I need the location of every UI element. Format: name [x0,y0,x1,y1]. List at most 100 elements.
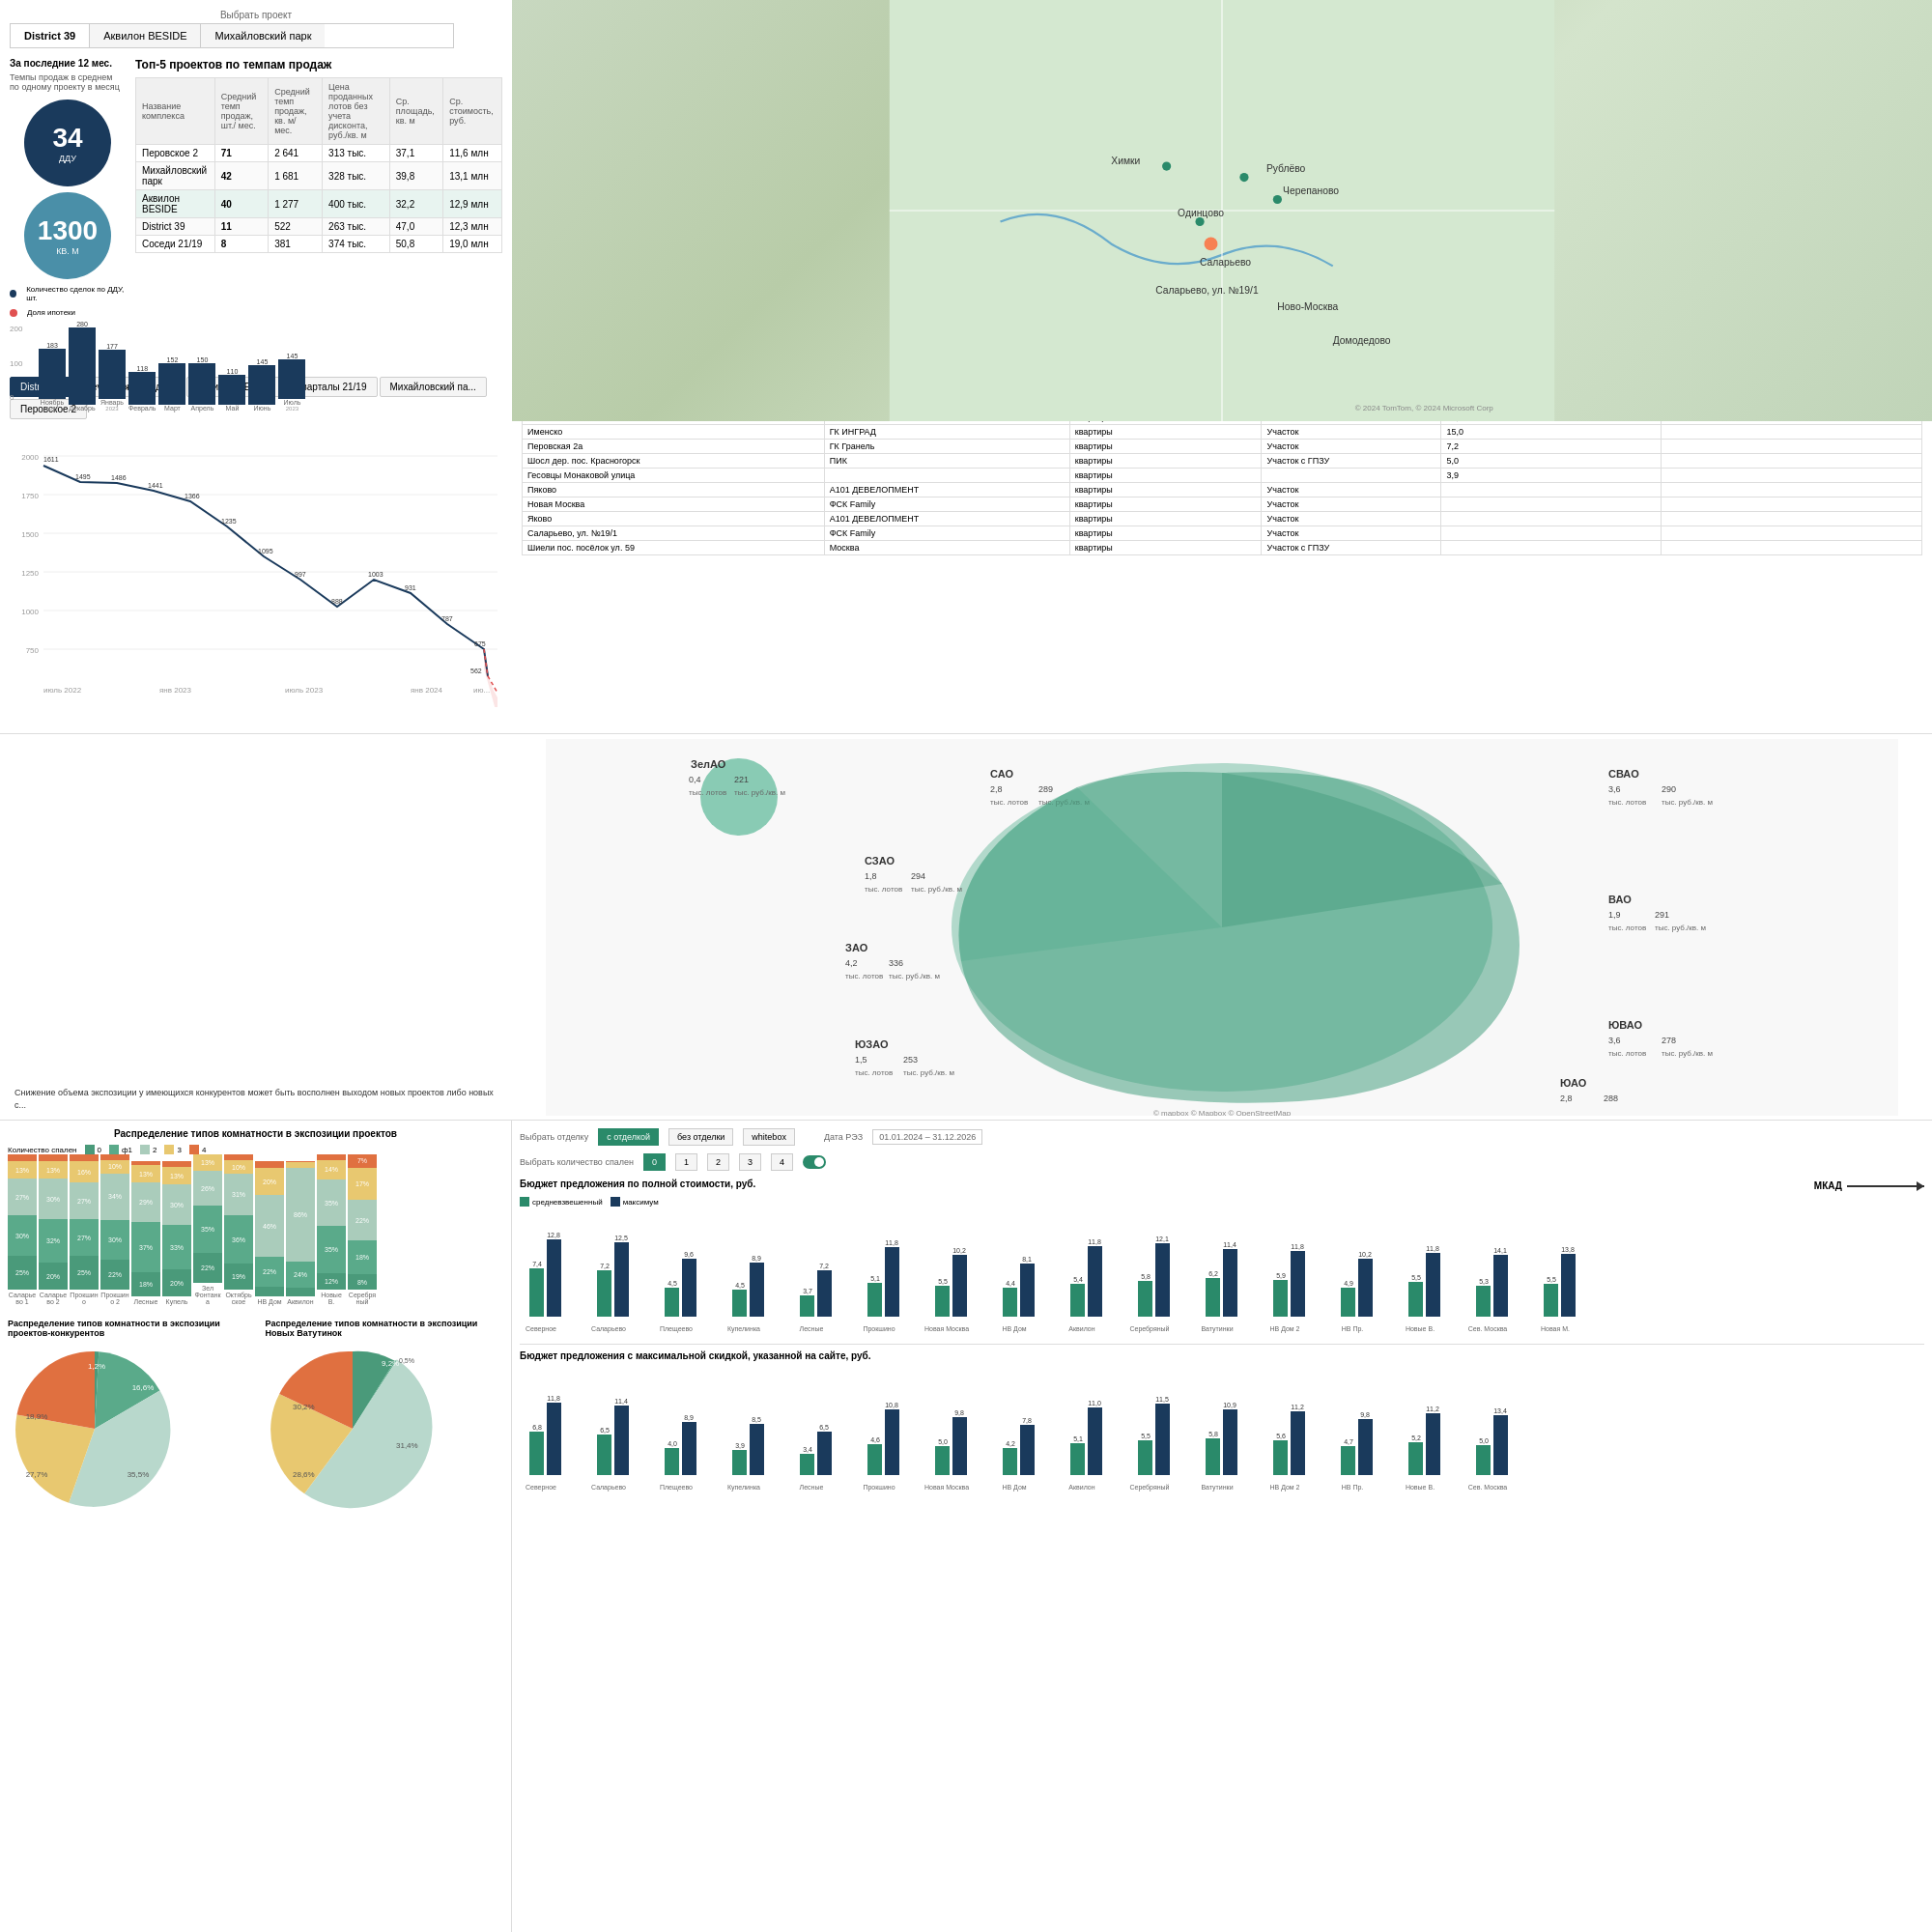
stacked-bar-2: 25%27%27%16% [70,1154,99,1290]
stacked-segment [8,1154,37,1161]
table-cell: 1 681 [269,162,323,190]
bar-chart: 200 100 0 183 Ноябрь 2022 280 Декабрь 17… [10,325,502,412]
list-item [1662,497,1922,512]
bar-year-label: 2023 [286,406,298,412]
bar-group-5: 150 Апрель [188,356,215,412]
table-cell: 328 тыс. [323,162,390,190]
svg-text:1486: 1486 [111,474,127,481]
svg-text:тыс. руб./кв. м: тыс. руб./кв. м [911,885,962,894]
svg-text:11,0: 11,0 [1088,1400,1101,1406]
btn-room0[interactable]: 0 [643,1153,666,1171]
svg-text:Рублёво: Рублёво [1266,163,1306,174]
tab-district39[interactable]: District 39 [11,24,90,47]
tab-mikhailovsky[interactable]: Михайловский парк [201,24,325,47]
bar-year-label: 2023 [105,406,118,412]
stacked-segment: 14% [317,1160,346,1179]
svg-text:290: 290 [1662,784,1676,794]
svg-rect-141 [1020,1264,1035,1317]
stacked-bar-4: 18%37%29%13% [131,1161,160,1296]
stacked-segment: 16% [70,1161,99,1182]
svg-text:35,5%: 35,5% [128,1470,150,1479]
list-item: А101 ДЕВЕЛОПМЕНТ [824,512,1069,526]
svg-rect-151 [1155,1243,1170,1317]
stacked-segment: 32% [39,1219,68,1263]
btn-otdelka[interactable]: с отделкой [598,1128,659,1146]
svg-rect-240 [1273,1440,1288,1475]
svg-text:0,4: 0,4 [689,775,701,784]
svg-text:тыс. руб./кв. м: тыс. руб./кв. м [1662,798,1713,807]
stacked-segment: 30% [8,1215,37,1256]
svg-text:4,0: 4,0 [668,1440,677,1447]
svg-text:тыс. руб./кв. м: тыс. руб./кв. м [889,972,940,980]
stacked-segment: 35% [317,1179,346,1227]
svg-text:4,2: 4,2 [845,958,858,968]
svg-text:6,5: 6,5 [600,1427,610,1434]
svg-rect-236 [1223,1409,1237,1475]
svg-text:11,8: 11,8 [1088,1238,1101,1245]
stacked-bar-9: 24%86% [286,1161,315,1296]
svg-text:1366: 1366 [185,493,200,499]
svg-text:12,1: 12,1 [1155,1236,1169,1242]
stacked-segment: 37% [131,1222,160,1272]
svg-text:7,4: 7,4 [532,1261,542,1267]
toggle-circle[interactable] [803,1155,826,1169]
svg-rect-216 [952,1417,967,1475]
svg-text:НВ Дом: НВ Дом [1002,1484,1026,1492]
btn-room4[interactable]: 4 [771,1153,793,1171]
stat-sqm-label: КВ. М [56,246,79,256]
budget-legend: средневзвешенный максимум [520,1197,1924,1207]
svg-text:5,4: 5,4 [1073,1276,1083,1283]
svg-text:278: 278 [1662,1036,1676,1045]
btn-room3[interactable]: 3 [739,1153,761,1171]
svg-text:Серебряный: Серебряный [1129,1325,1169,1333]
stacked-label: Саларьево 1 [8,1292,37,1305]
stacked-segment: 30% [39,1179,68,1219]
svg-text:221: 221 [734,775,749,784]
toggle-switch[interactable] [803,1155,826,1169]
svg-rect-176 [1493,1255,1508,1317]
stacked-segment: 13% [39,1161,68,1179]
row4: Распределение типов комнатности в экспоз… [0,1121,1932,1932]
stacked-bar-wrapper-6: 22%35%26%13%Зел Фонтанка [193,1154,222,1305]
stacked-segment [39,1154,68,1161]
stacked-label: Купель [166,1298,188,1305]
svg-text:3,6: 3,6 [1608,1036,1621,1045]
svg-text:1250: 1250 [21,569,39,578]
svg-rect-161 [1291,1251,1305,1317]
stacked-bar-8: 22%46%20% [255,1161,284,1296]
legend-f1: ф1 [109,1145,132,1154]
stacked-segment: 27% [8,1179,37,1215]
svg-text:САО: САО [990,768,1013,780]
svg-text:тыс. руб./кв. м: тыс. руб./кв. м [734,788,785,797]
stacked-segment: 13% [131,1165,160,1182]
svg-rect-166 [1358,1259,1373,1317]
svg-rect-231 [1155,1404,1170,1475]
svg-text:11,8: 11,8 [1291,1243,1304,1250]
list-item [1441,497,1662,512]
stacked-bar-wrapper-11: 8%18%22%17%7%Серебряный [348,1154,377,1305]
stacked-bar-3: 22%30%34%10% [100,1154,129,1290]
stacked-label: Прокшино 2 [100,1292,129,1305]
btn-bez-otdelki[interactable]: без отделки [668,1128,733,1146]
btn-whitebox[interactable]: whitebox [743,1128,795,1146]
tab-akvilon[interactable]: Аквилон BESIDE [90,24,201,47]
table-cell: 400 тыс. [323,190,390,218]
row3-right: ЗелАО 0,4 тыс. лотов 221 тыс. руб./кв. м… [512,734,1932,1125]
svg-text:1,2%: 1,2% [88,1362,105,1371]
btn-room1[interactable]: 1 [675,1153,697,1171]
svg-text:Серебряный: Серебряный [1129,1484,1169,1492]
stacked-segment: 27% [70,1219,99,1256]
bar [39,349,66,399]
stacked-label: Прокшино [70,1292,99,1305]
stacked-bar-wrapper-4: 18%37%29%13%Лесные [131,1161,160,1305]
svg-text:5,9: 5,9 [1276,1272,1286,1279]
list-item [1662,483,1922,497]
svg-text:Прокшино: Прокшино [863,1484,895,1492]
stacked-segment: 20% [39,1263,68,1290]
svg-text:289: 289 [1038,784,1053,794]
svg-text:4,4: 4,4 [1006,1280,1015,1287]
list-item [1262,469,1441,483]
btn-room2[interactable]: 2 [707,1153,729,1171]
stacked-bar-wrapper-7: 19%36%31%10%Октябрьское [224,1154,253,1305]
svg-text:Сев. Москва: Сев. Москва [1468,1484,1508,1491]
